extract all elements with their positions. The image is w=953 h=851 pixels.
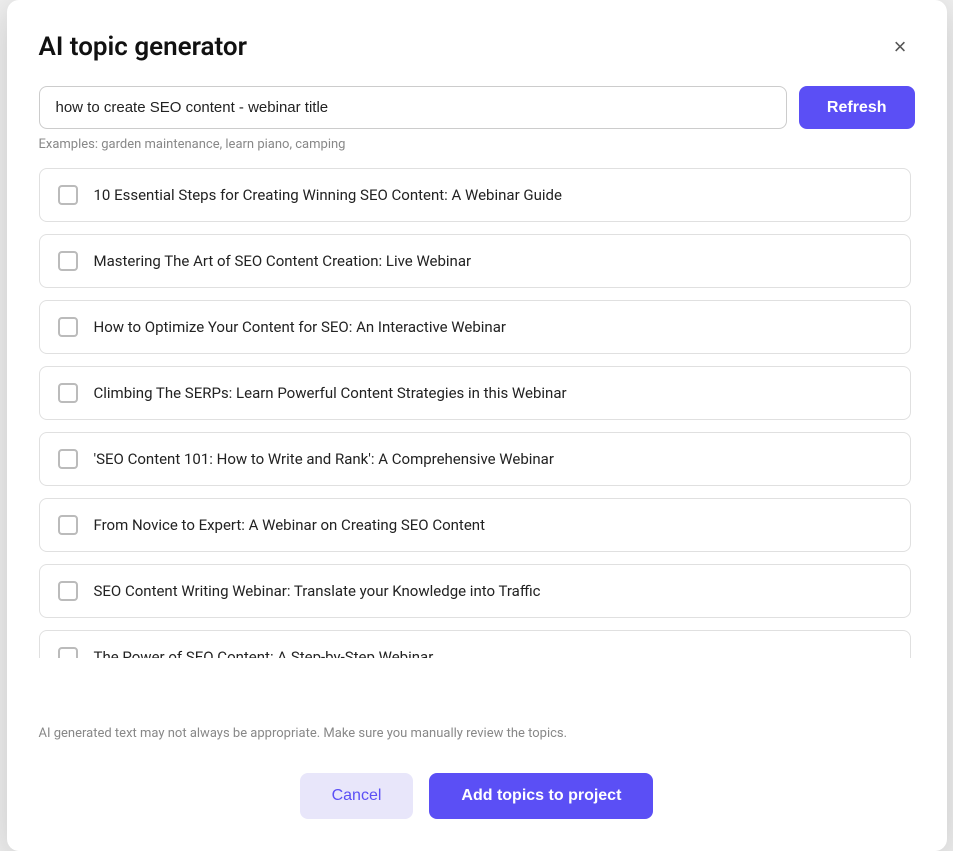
- examples-text: Examples: garden maintenance, learn pian…: [39, 137, 915, 152]
- dialog-title: AI topic generator: [39, 32, 247, 62]
- topic-checkbox[interactable]: [58, 383, 78, 403]
- topic-label: From Novice to Expert: A Webinar on Crea…: [94, 516, 486, 534]
- refresh-button[interactable]: Refresh: [799, 86, 915, 129]
- topic-checkbox[interactable]: [58, 515, 78, 535]
- topic-label: 10 Essential Steps for Creating Winning …: [94, 186, 562, 204]
- list-item[interactable]: 10 Essential Steps for Creating Winning …: [39, 168, 911, 222]
- list-item[interactable]: The Power of SEO Content: A Step-by-Step…: [39, 630, 911, 658]
- dialog-footer: Cancel Add topics to project: [39, 773, 915, 819]
- dialog: AI topic generator × Refresh Examples: g…: [7, 0, 947, 851]
- topic-checkbox[interactable]: [58, 251, 78, 271]
- list-item[interactable]: Mastering The Art of SEO Content Creatio…: [39, 234, 911, 288]
- topic-label: How to Optimize Your Content for SEO: An…: [94, 318, 506, 336]
- cancel-button[interactable]: Cancel: [300, 773, 414, 819]
- add-topics-button[interactable]: Add topics to project: [429, 773, 653, 819]
- dialog-header: AI topic generator ×: [39, 32, 915, 62]
- list-item[interactable]: Climbing The SERPs: Learn Powerful Conte…: [39, 366, 911, 420]
- topics-list-wrapper: 10 Essential Steps for Creating Winning …: [39, 168, 915, 710]
- topic-checkbox[interactable]: [58, 449, 78, 469]
- topic-label: 'SEO Content 101: How to Write and Rank'…: [94, 450, 554, 468]
- search-row: Refresh: [39, 86, 915, 129]
- topic-label: Mastering The Art of SEO Content Creatio…: [94, 252, 472, 270]
- topic-checkbox[interactable]: [58, 581, 78, 601]
- list-item[interactable]: 'SEO Content 101: How to Write and Rank'…: [39, 432, 911, 486]
- list-item[interactable]: From Novice to Expert: A Webinar on Crea…: [39, 498, 911, 552]
- topic-label: The Power of SEO Content: A Step-by-Step…: [94, 648, 434, 658]
- topic-checkbox[interactable]: [58, 317, 78, 337]
- topic-label: SEO Content Writing Webinar: Translate y…: [94, 582, 541, 600]
- disclaimer-text: AI generated text may not always be appr…: [39, 726, 915, 741]
- list-item[interactable]: SEO Content Writing Webinar: Translate y…: [39, 564, 911, 618]
- topics-list: 10 Essential Steps for Creating Winning …: [39, 168, 915, 658]
- topic-checkbox[interactable]: [58, 185, 78, 205]
- topic-checkbox[interactable]: [58, 647, 78, 658]
- list-item[interactable]: How to Optimize Your Content for SEO: An…: [39, 300, 911, 354]
- topic-label: Climbing The SERPs: Learn Powerful Conte…: [94, 384, 567, 402]
- close-button[interactable]: ×: [886, 32, 915, 62]
- search-input[interactable]: [39, 86, 787, 129]
